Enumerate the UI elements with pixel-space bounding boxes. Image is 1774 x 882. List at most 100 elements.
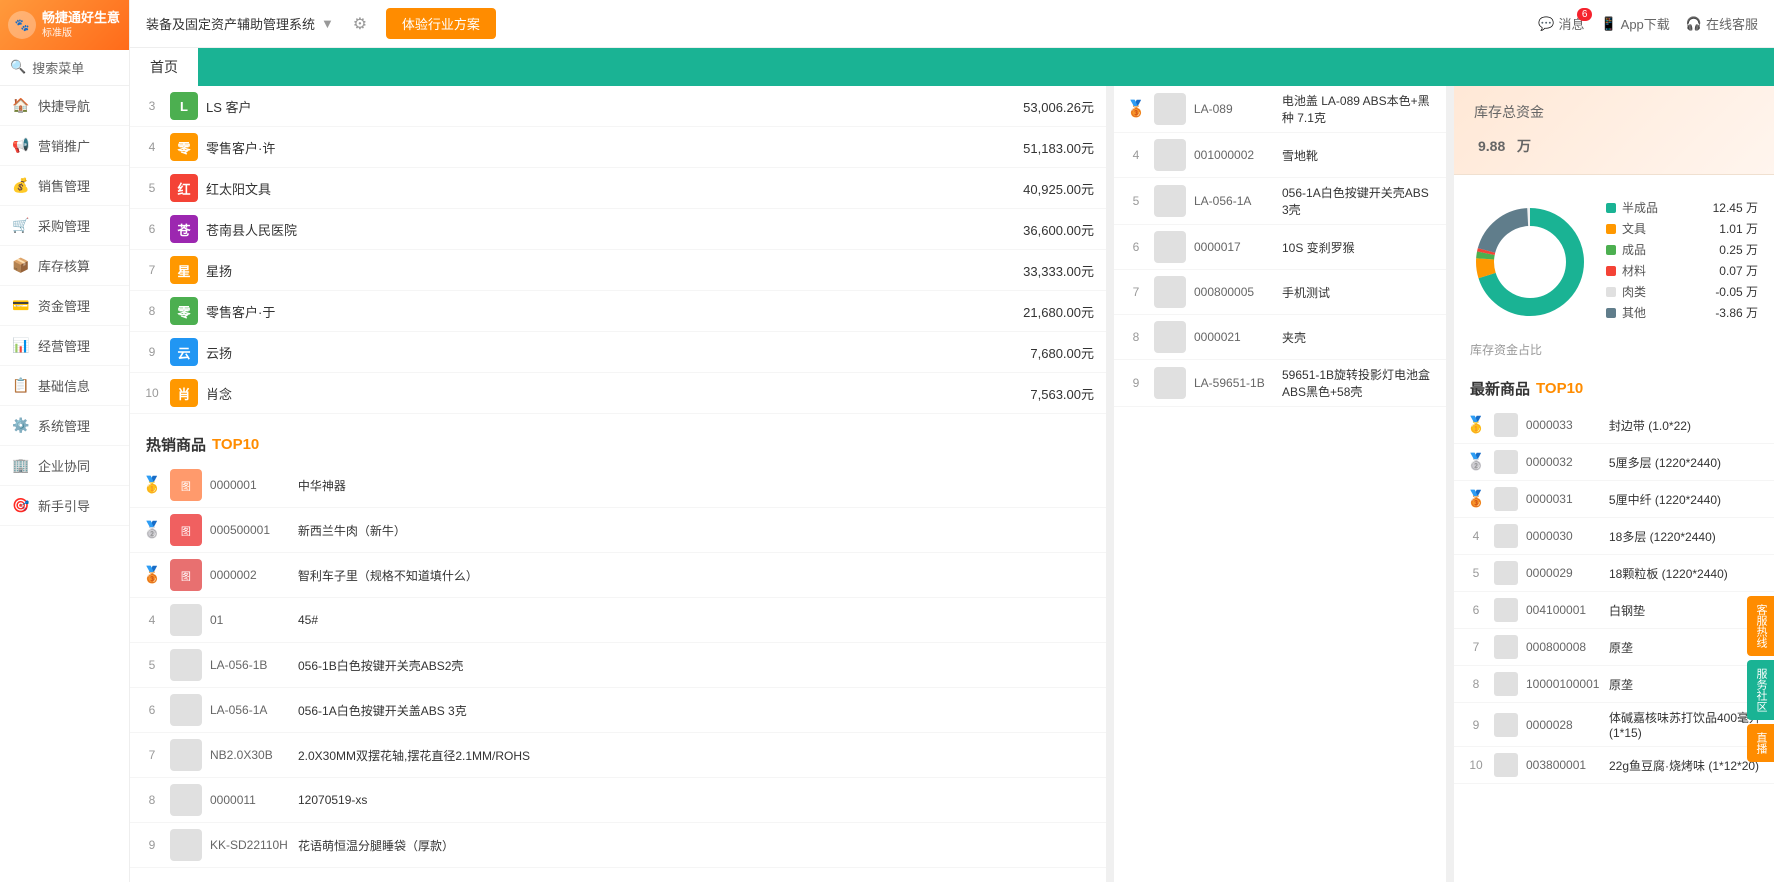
sidebar-item-quick-nav[interactable]: 🏠 快捷导航: [0, 86, 129, 126]
customer-badge: 肖: [170, 379, 198, 407]
product-info: 0000017 10S 变刹罗猴: [1194, 239, 1434, 256]
product-image: 图: [170, 559, 202, 591]
inventory-total-label: 库存总资金: [1474, 102, 1754, 122]
sidebar-item-purchase[interactable]: 🛒 采购管理: [0, 206, 129, 246]
sidebar: 🐾 畅捷通好生意 标准版 🔍 搜索菜单 🏠 快捷导航 📢 营销推广 💰 销售管理…: [0, 0, 130, 882]
tab-home[interactable]: 首页: [130, 48, 198, 86]
product-info: 0000021 夹壳: [1194, 329, 1434, 346]
legend-item: 其他 -3.86 万: [1606, 304, 1758, 321]
sidebar-item-operation[interactable]: 📊 经营管理: [0, 326, 129, 366]
medal-bronze-icon: 🥉: [1466, 489, 1486, 509]
inventory-total-value: 9.88 万: [1474, 126, 1754, 158]
nav-tabs: 首页: [130, 48, 1774, 86]
sidebar-item-enterprise[interactable]: 🏢 企业协同: [0, 446, 129, 486]
message-button[interactable]: 💬 消息 6: [1538, 14, 1584, 33]
home-icon: 🏠: [12, 96, 30, 114]
latest-product-img: [1494, 487, 1518, 511]
table-row: 4 零 零售客户·许 51,183.00元: [130, 127, 1106, 168]
sidebar-nav: 🏠 快捷导航 📢 营销推广 💰 销售管理 🛒 采购管理 📦 库存核算 💳 资金管…: [0, 86, 129, 882]
operation-icon: 📊: [12, 336, 30, 354]
list-item: 🥉 0000031 5厘中纤 (1220*2440): [1454, 481, 1774, 518]
topbar: 装备及固定资产辅助管理系统 ▼ ⚙ 体验行业方案 💬 消息 6 📱 App下载 …: [130, 0, 1774, 48]
table-row: 10 肖 肖念 7,563.00元: [130, 373, 1106, 414]
table-row: 8 零 零售客户·于 21,680.00元: [130, 291, 1106, 332]
product-info: 0000002 智利车子里（规格不知道填什么）: [210, 567, 1094, 584]
headset-icon: 🎧: [1686, 16, 1702, 32]
list-item: 6 LA-056-1A 056-1A白色按键开关盖ABS 3克: [130, 688, 1106, 733]
product-image-placeholder: [1154, 231, 1186, 263]
product-info: LA-056-1B 056-1B白色按键开关壳ABS2壳: [210, 657, 1094, 674]
list-item: 10 003800001 22g鱼豆腐·烧烤味 (1*12*20): [1454, 747, 1774, 784]
trial-button[interactable]: 体验行业方案: [386, 8, 496, 39]
sidebar-item-basic[interactable]: 📋 基础信息: [0, 366, 129, 406]
product-info: 001000002 雪地靴: [1194, 147, 1434, 164]
sidebar-item-label: 资金管理: [38, 296, 90, 315]
sidebar-item-system[interactable]: ⚙️ 系统管理: [0, 406, 129, 446]
sidebar-item-inventory[interactable]: 📦 库存核算: [0, 246, 129, 286]
sidebar-item-finance[interactable]: 💳 资金管理: [0, 286, 129, 326]
list-item: 9 0000028 体碱嘉核味苏打饮品400毫升 (1*15): [1454, 703, 1774, 747]
system-icon: ⚙️: [12, 416, 30, 434]
list-item: 7 000800008 原垄: [1454, 629, 1774, 666]
content-area: 3 L LS 客户 53,006.26元 4 零 零售客户·许 51,183.0…: [130, 86, 1774, 882]
product-image-placeholder: [170, 829, 202, 861]
basic-icon: 📋: [12, 376, 30, 394]
latest-product-img: [1494, 450, 1518, 474]
customer-badge: 苍: [170, 215, 198, 243]
product-image-placeholder: [1154, 321, 1186, 353]
list-item: 4 0000030 18多层 (1220*2440): [1454, 518, 1774, 555]
medal-bronze-icon: 🥉: [142, 565, 162, 585]
hot-products-section: 热销商品 TOP10 🥇 图 0000001 中华神器: [130, 422, 1106, 868]
product-info: 01 45#: [210, 613, 1094, 627]
product-image-placeholder: [170, 694, 202, 726]
inventory-chart-container: 半成品 12.45 万 文具 1.01 万 成品 0.25 万: [1454, 183, 1774, 341]
table-row: 3 L LS 客户 53,006.26元: [130, 86, 1106, 127]
list-item: 🥈 图 000500001 新西兰牛肉（新牛）: [130, 508, 1106, 553]
chart-legend: 半成品 12.45 万 文具 1.01 万 成品 0.25 万: [1606, 199, 1758, 325]
brand-icon: 🐾: [8, 11, 36, 39]
panels-wrapper: 3 L LS 客户 53,006.26元 4 零 零售客户·许 51,183.0…: [130, 86, 1454, 882]
product-image-placeholder: [1154, 276, 1186, 308]
medal-bronze-icon: 🥉: [1126, 99, 1146, 119]
product-image-placeholder: [1154, 139, 1186, 171]
product-info: 000800005 手机测试: [1194, 284, 1434, 301]
product-info: NB2.0X30B 2.0X30MM双摆花轴,摆花直径2.1MM/ROHS: [210, 747, 1094, 764]
table-row: 7 星 星扬 33,333.00元: [130, 250, 1106, 291]
main-area: 装备及固定资产辅助管理系统 ▼ ⚙ 体验行业方案 💬 消息 6 📱 App下载 …: [130, 0, 1774, 882]
table-row: 6 苍 苍南县人民医院 36,600.00元: [130, 209, 1106, 250]
finance-icon: 💳: [12, 296, 30, 314]
newbie-icon: 🎯: [12, 496, 30, 514]
app-download-button[interactable]: 📱 App下载: [1600, 14, 1669, 33]
customer-service-button[interactable]: 客服热线: [1747, 596, 1774, 656]
direct-service-button[interactable]: 直播: [1747, 724, 1774, 762]
product-info: 0000001 中华神器: [210, 477, 1094, 494]
hot-products-title: 热销商品 TOP10: [130, 422, 1106, 463]
list-item: 🥇 0000033 封边带 (1.0*22): [1454, 407, 1774, 444]
product-info: LA-59651-1B 59651-1B旋转投影灯电池盒ABS黑色+58壳: [1194, 366, 1434, 400]
service-community-button[interactable]: 服务社区: [1747, 660, 1774, 720]
customer-badge: 红: [170, 174, 198, 202]
sidebar-item-newbie[interactable]: 🎯 新手引导: [0, 486, 129, 526]
product-image-placeholder: [170, 649, 202, 681]
list-item: 9 KK-SD22110H 花语萌恒温分腿睡袋（厚款）: [130, 823, 1106, 868]
list-item: 5 0000029 18颗粒板 (1220*2440): [1454, 555, 1774, 592]
online-service-button[interactable]: 🎧 在线客服: [1686, 14, 1758, 33]
table-row: 9 云 云扬 7,680.00元: [130, 332, 1106, 373]
middle-panel: 🥉 LA-089 电池盖 LA-089 ABS本色+黑种 7.1克 4 0010…: [1114, 86, 1454, 882]
settings-icon[interactable]: ⚙: [346, 10, 374, 38]
sidebar-item-sales[interactable]: 💰 销售管理: [0, 166, 129, 206]
latest-product-img: [1494, 524, 1518, 548]
sidebar-item-marketing[interactable]: 📢 营销推广: [0, 126, 129, 166]
legend-item: 肉类 -0.05 万: [1606, 283, 1758, 300]
search-menu[interactable]: 🔍 搜索菜单: [0, 50, 129, 86]
search-label: 搜索菜单: [32, 58, 84, 77]
dropdown-icon[interactable]: ▼: [321, 16, 334, 31]
list-item: 7 NB2.0X30B 2.0X30MM双摆花轴,摆花直径2.1MM/ROHS: [130, 733, 1106, 778]
sidebar-item-label: 采购管理: [38, 216, 90, 235]
product-image-placeholder: [170, 784, 202, 816]
medal-gold-icon: 🥇: [1466, 415, 1486, 435]
list-item: 9 LA-59651-1B 59651-1B旋转投影灯电池盒ABS黑色+58壳: [1114, 360, 1446, 407]
sidebar-item-label: 新手引导: [38, 496, 90, 515]
search-icon: 🔍: [10, 59, 26, 75]
hot-sale-right-section: 🥉 LA-089 电池盖 LA-089 ABS本色+黑种 7.1克 4 0010…: [1114, 86, 1446, 407]
